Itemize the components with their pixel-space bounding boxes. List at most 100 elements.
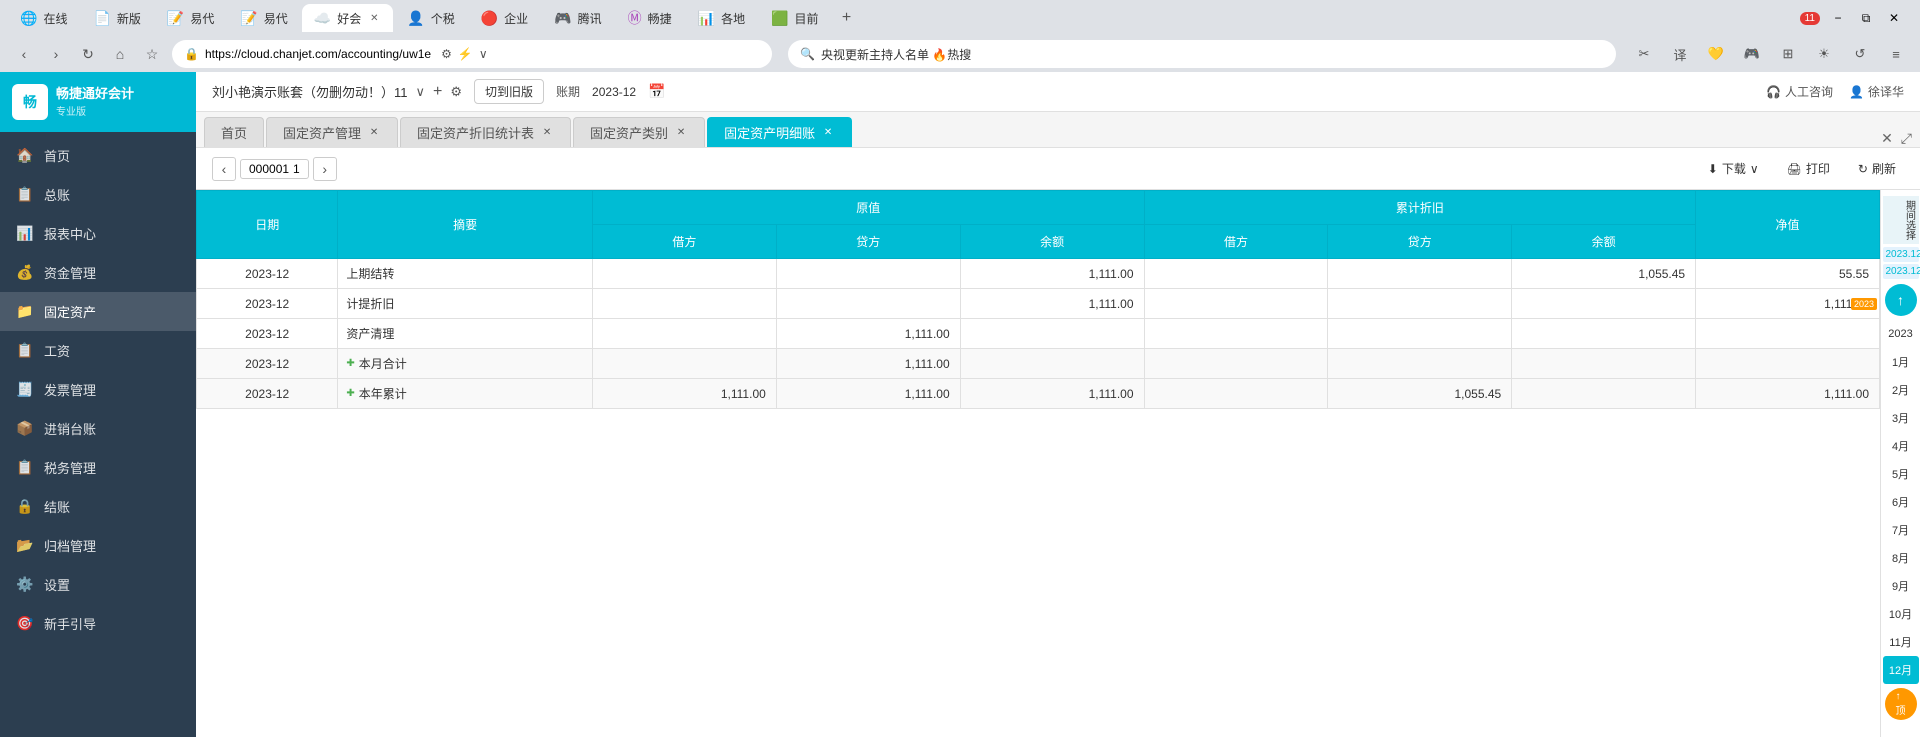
translate-icon[interactable]: 译 [1668, 42, 1692, 66]
user-avatar-icon: 👤 [1849, 85, 1864, 99]
sidebar-item-settings[interactable]: ⚙️ 设置 [0, 565, 196, 604]
win-restore[interactable]: ⧉ [1856, 8, 1876, 28]
tab-mubiao[interactable]: 🟩 目前 [759, 4, 830, 32]
tab-online[interactable]: 🌐 在线 [8, 4, 79, 32]
refresh-button[interactable]: ↻ 刷新 [1850, 156, 1904, 181]
grid-icon[interactable]: ⊞ [1776, 42, 1800, 66]
period-item-7[interactable]: 7月 [1883, 516, 1919, 544]
archive-icon: 📂 [16, 537, 34, 555]
scroll-to-bottom-button[interactable]: ↑顶 [1885, 688, 1917, 720]
menu-icon[interactable]: ≡ [1884, 42, 1908, 66]
forward-button[interactable]: › [44, 42, 68, 66]
table-row: 2023-12 计提折旧 1,111.00 1,111.00 [197, 289, 1880, 319]
tab-geshui[interactable]: 👤 个税 [395, 4, 466, 32]
sidebar-item-funds[interactable]: 💰 资金管理 [0, 253, 196, 292]
sidebar-item-payroll[interactable]: 📋 工资 [0, 331, 196, 370]
period-item-2023[interactable]: 2023 [1883, 320, 1919, 348]
table-row-monthly-total: 2023-12 ✚ 本月合计 1,111.00 [197, 349, 1880, 379]
home-button[interactable]: ⌂ [108, 42, 132, 66]
undo-icon[interactable]: ↺ [1848, 42, 1872, 66]
game-icon[interactable]: 🎮 [1740, 42, 1764, 66]
url-bar[interactable]: 🔒 https://cloud.chanjet.com/accounting/u… [172, 40, 772, 68]
sidebar-item-tax[interactable]: 📋 税务管理 [0, 448, 196, 487]
tab-new[interactable]: 📄 新版 [81, 4, 152, 32]
period-item-11[interactable]: 11月 [1883, 628, 1919, 656]
settings-icon: ⚙️ [16, 576, 34, 594]
search-bar[interactable]: 🔍 央视更新主持人名单 🔥热搜 [788, 40, 1616, 68]
sidebar-header: 畅 畅捷通好会计 专业版 [0, 72, 196, 132]
brightness-icon[interactable]: ☀ [1812, 42, 1836, 66]
sidebar-item-purchase-sales[interactable]: 📦 进销台账 [0, 409, 196, 448]
sidebar-item-close-period[interactable]: 🔒 结账 [0, 487, 196, 526]
tab-asset-category[interactable]: 固定资产类别 ✕ [573, 117, 705, 147]
next-page-button[interactable]: › [313, 157, 337, 181]
sidebar-item-home[interactable]: 🏠 首页 [0, 136, 196, 175]
settings-account-icon[interactable]: ⚙ [450, 84, 462, 100]
scroll-to-top-button[interactable]: ↑ [1885, 284, 1917, 316]
sidebar-item-guide[interactable]: 🎯 新手引导 [0, 604, 196, 643]
tab-fixed-assets-mgmt-close[interactable]: ✕ [367, 126, 381, 140]
tab-qiye[interactable]: 🔴 企业 [469, 4, 540, 32]
back-button[interactable]: ‹ [12, 42, 36, 66]
tab-asset-detail[interactable]: 固定资产明细账 ✕ [707, 117, 852, 147]
sidebar-item-fixed-assets[interactable]: 📁 固定资产 [0, 292, 196, 331]
tab-haohui[interactable]: ☁️ 好会 ✕ [302, 4, 393, 32]
period-item-4[interactable]: 4月 [1883, 432, 1919, 460]
tab-tencent[interactable]: 🎮 腾讯 [542, 4, 613, 32]
new-tab-button[interactable]: + [833, 4, 861, 32]
period-item-10[interactable]: 10月 [1883, 600, 1919, 628]
tab-fixed-assets-mgmt[interactable]: 固定资产管理 ✕ [266, 117, 398, 147]
tab-depreciation-stats[interactable]: 固定资产折旧统计表 ✕ [400, 117, 571, 147]
prev-page-button[interactable]: ‹ [212, 157, 236, 181]
cell-orig-debit [592, 319, 776, 349]
dropdown-icon[interactable]: ∨ [416, 84, 426, 100]
period-item-6[interactable]: 6月 [1883, 488, 1919, 516]
period-item-12[interactable]: 12月 [1883, 656, 1919, 684]
main-table: 日期 摘要 原值 累计折旧 净值 借方 贷方 余额 借方 [196, 190, 1880, 737]
tab-gedi[interactable]: 📊 各地 [686, 4, 757, 32]
tab-bar: 🌐 在线 📄 新版 📝 易代 📝 易代 ☁️ 好会 ✕ 👤 个税 🔴 企业 [0, 0, 1920, 36]
tab-expand-icon[interactable]: ⤢ [1901, 130, 1912, 147]
sidebar-item-archive[interactable]: 📂 归档管理 [0, 526, 196, 565]
switch-version-button[interactable]: 切到旧版 [474, 79, 544, 104]
sidebar-item-archive-label: 归档管理 [44, 536, 96, 555]
download-button[interactable]: ⬇ 下载 ∨ [1700, 156, 1767, 181]
tab-haohui-close[interactable]: ✕ [367, 11, 381, 25]
period-item-9[interactable]: 9月 [1883, 572, 1919, 600]
home-icon: 🏠 [16, 147, 34, 165]
tab-home[interactable]: 首页 [204, 117, 264, 147]
wallet-icon[interactable]: 💛 [1704, 42, 1728, 66]
period-selected-top2: 2023.12 [1883, 264, 1919, 279]
support-button[interactable]: 🎧 人工咨询 [1766, 83, 1833, 100]
period-item-2[interactable]: 2月 [1883, 376, 1919, 404]
sidebar-title: 畅捷通好会计 [56, 86, 134, 103]
headset-icon: 🎧 [1766, 85, 1781, 99]
sidebar-item-reports[interactable]: 📊 报表中心 [0, 214, 196, 253]
add-account-icon[interactable]: + [433, 83, 442, 101]
scissors-icon[interactable]: ✂ [1632, 42, 1656, 66]
win-minimize[interactable]: − [1828, 8, 1848, 28]
period-item-8[interactable]: 8月 [1883, 544, 1919, 572]
period-item-1[interactable]: 1月 [1883, 348, 1919, 376]
reload-button[interactable]: ↻ [76, 42, 100, 66]
tab-asset-detail-close[interactable]: ✕ [821, 126, 835, 140]
toolbar-icons: ✂ 译 💛 🎮 ⊞ ☀ ↺ ≡ [1632, 42, 1908, 66]
tab-depreciation-stats-close[interactable]: ✕ [540, 126, 554, 140]
user-info[interactable]: 👤 徐译华 [1849, 83, 1904, 100]
bookmark-button[interactable]: ☆ [140, 42, 164, 66]
tab-collapse-icon[interactable]: ✕ [1881, 130, 1893, 147]
win-close[interactable]: ✕ [1884, 8, 1904, 28]
cell-date: 2023-12 [197, 289, 338, 319]
print-button[interactable]: 🖨 打印 [1779, 156, 1838, 181]
tab-yidai2[interactable]: 📝 易代 [228, 4, 299, 32]
tab-changjie[interactable]: Ⓜ 畅捷 [616, 4, 684, 32]
tab-asset-category-close[interactable]: ✕ [674, 126, 688, 140]
tab-yidai1[interactable]: 📝 易代 [155, 4, 226, 32]
calendar-icon[interactable]: 📅 [648, 83, 665, 100]
period-item-3[interactable]: 3月 [1883, 404, 1919, 432]
sidebar-item-reports-label: 报表中心 [44, 224, 96, 243]
sidebar-item-general-ledger[interactable]: 📋 总账 [0, 175, 196, 214]
tab-asset-category-label: 固定资产类别 [590, 123, 668, 142]
sidebar-item-invoice[interactable]: 🧾 发票管理 [0, 370, 196, 409]
period-item-5[interactable]: 5月 [1883, 460, 1919, 488]
